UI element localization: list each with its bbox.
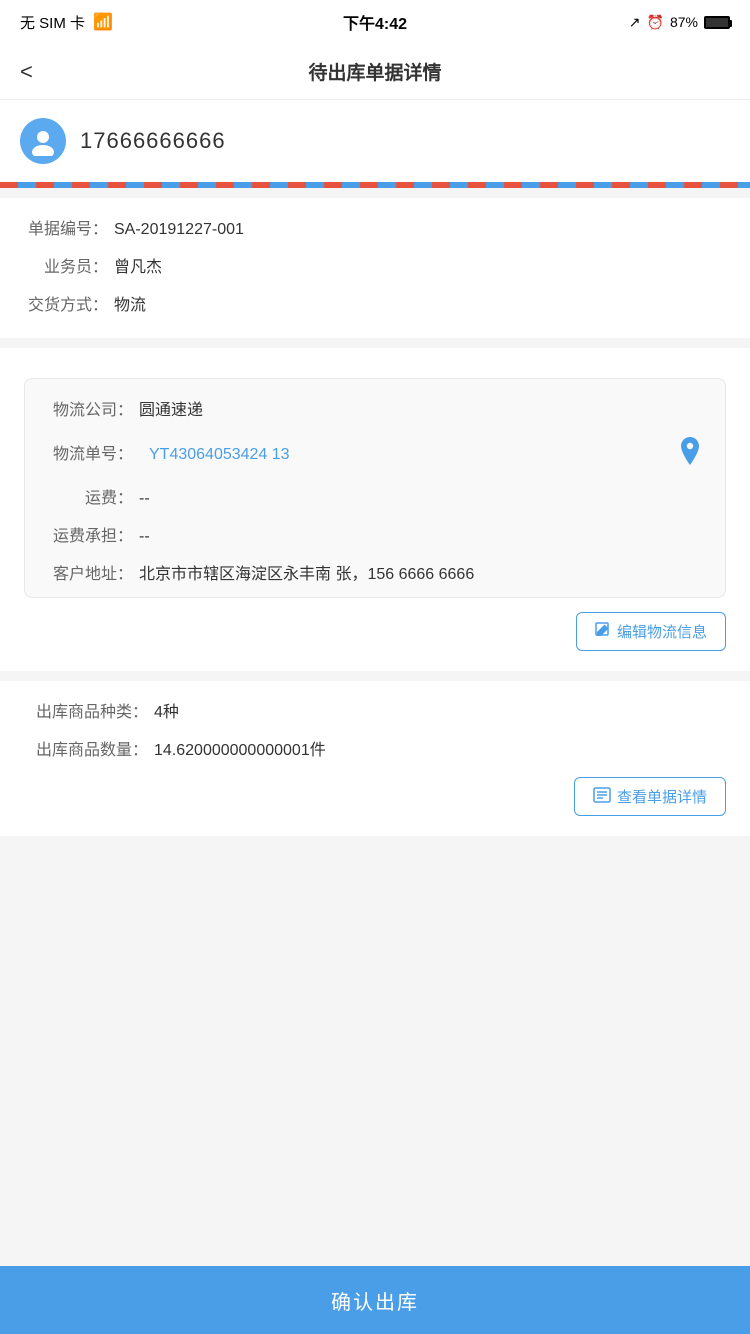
document-info-section: 单据编号： SA-20191227-001 业务员： 曾凡杰 交货方式： 物流 bbox=[0, 198, 750, 338]
salesman-value: 曾凡杰 bbox=[114, 256, 726, 280]
address-row: 客户地址： 北京市市辖区海淀区永丰南 张，156 6666 6666 bbox=[49, 563, 701, 587]
logistics-company-label: 物流公司： bbox=[49, 399, 139, 423]
delivery-value: 物流 bbox=[114, 294, 726, 318]
customer-phone: 17666666666 bbox=[80, 128, 226, 154]
view-detail-button[interactable]: 查看单据详情 bbox=[574, 777, 726, 816]
dashed-separator bbox=[0, 182, 750, 188]
avatar-icon bbox=[28, 126, 58, 156]
status-bar-left: 无 SIM 卡 📶 bbox=[20, 12, 113, 33]
confirm-bar[interactable]: 确认出库 bbox=[0, 1266, 750, 1334]
goods-types-value: 4种 bbox=[154, 701, 726, 725]
logistics-card: 物流公司： 圆通速递 物流单号： YT43064053424 13 运费： --… bbox=[24, 378, 726, 598]
salesman-row: 业务员： 曾凡杰 bbox=[24, 256, 726, 280]
location-pin-icon[interactable] bbox=[679, 437, 701, 473]
status-bar-right: ↗ ⏰ 87% bbox=[629, 14, 730, 31]
goods-quantity-value: 14.620000000000001件 bbox=[154, 739, 726, 763]
list-icon bbox=[593, 787, 611, 807]
logistics-company-row: 物流公司： 圆通速递 bbox=[49, 399, 701, 423]
logistics-tracking-value: YT43064053424 13 bbox=[149, 443, 663, 467]
battery-text: 87% bbox=[670, 14, 698, 30]
goods-types-row: 出库商品种类： 4种 bbox=[24, 701, 726, 725]
logistics-tracking-label: 物流单号： bbox=[49, 443, 139, 467]
bottom-spacer bbox=[0, 846, 750, 1006]
document-number-row: 单据编号： SA-20191227-001 bbox=[24, 218, 726, 242]
navigation-bar: < 待出库单据详情 bbox=[0, 44, 750, 100]
logistics-company-value: 圆通速递 bbox=[139, 399, 701, 423]
freight-bear-value: -- bbox=[139, 525, 701, 549]
salesman-label: 业务员： bbox=[24, 256, 114, 280]
status-bar-time: 下午4:42 bbox=[343, 10, 407, 34]
goods-quantity-row: 出库商品数量： 14.620000000000001件 bbox=[24, 739, 726, 763]
edit-logistics-button[interactable]: 编辑物流信息 bbox=[576, 612, 726, 651]
goods-section: 出库商品种类： 4种 出库商品数量： 14.620000000000001件 查… bbox=[0, 681, 750, 836]
delivery-row: 交货方式： 物流 bbox=[24, 294, 726, 318]
edit-icon bbox=[595, 622, 611, 642]
carrier-text: 无 SIM 卡 bbox=[20, 12, 85, 33]
page-title: 待出库单据详情 bbox=[308, 58, 441, 85]
delivery-label: 交货方式： bbox=[24, 294, 114, 318]
location-icon: ↗ bbox=[629, 14, 641, 31]
address-value: 北京市市辖区海淀区永丰南 张，156 6666 6666 bbox=[139, 563, 701, 587]
wifi-icon: 📶 bbox=[93, 12, 113, 32]
status-bar: 无 SIM 卡 📶 下午4:42 ↗ ⏰ 87% bbox=[0, 0, 750, 44]
freight-row: 运费： -- bbox=[49, 487, 701, 511]
edit-logistics-btn-container: 编辑物流信息 bbox=[24, 612, 726, 651]
view-detail-btn-container: 查看单据详情 bbox=[24, 777, 726, 816]
customer-header: 17666666666 bbox=[0, 100, 750, 182]
logistics-section: 物流公司： 圆通速递 物流单号： YT43064053424 13 运费： --… bbox=[0, 348, 750, 671]
confirm-button-label: 确认出库 bbox=[331, 1286, 419, 1315]
view-detail-label: 查看单据详情 bbox=[617, 786, 707, 807]
freight-label: 运费： bbox=[49, 487, 139, 511]
battery-icon bbox=[704, 16, 730, 29]
address-label: 客户地址： bbox=[49, 563, 139, 587]
avatar bbox=[20, 118, 66, 164]
back-button[interactable]: < bbox=[20, 51, 45, 93]
edit-logistics-label: 编辑物流信息 bbox=[617, 621, 707, 642]
freight-bear-label: 运费承担： bbox=[49, 525, 139, 549]
document-number-value: SA-20191227-001 bbox=[114, 218, 726, 242]
document-number-label: 单据编号： bbox=[24, 218, 114, 242]
logistics-tracking-row: 物流单号： YT43064053424 13 bbox=[49, 437, 701, 473]
alarm-icon: ⏰ bbox=[647, 14, 664, 31]
goods-types-label: 出库商品种类： bbox=[24, 701, 154, 725]
freight-bear-row: 运费承担： -- bbox=[49, 525, 701, 549]
goods-quantity-label: 出库商品数量： bbox=[24, 739, 154, 763]
freight-value: -- bbox=[139, 487, 701, 511]
